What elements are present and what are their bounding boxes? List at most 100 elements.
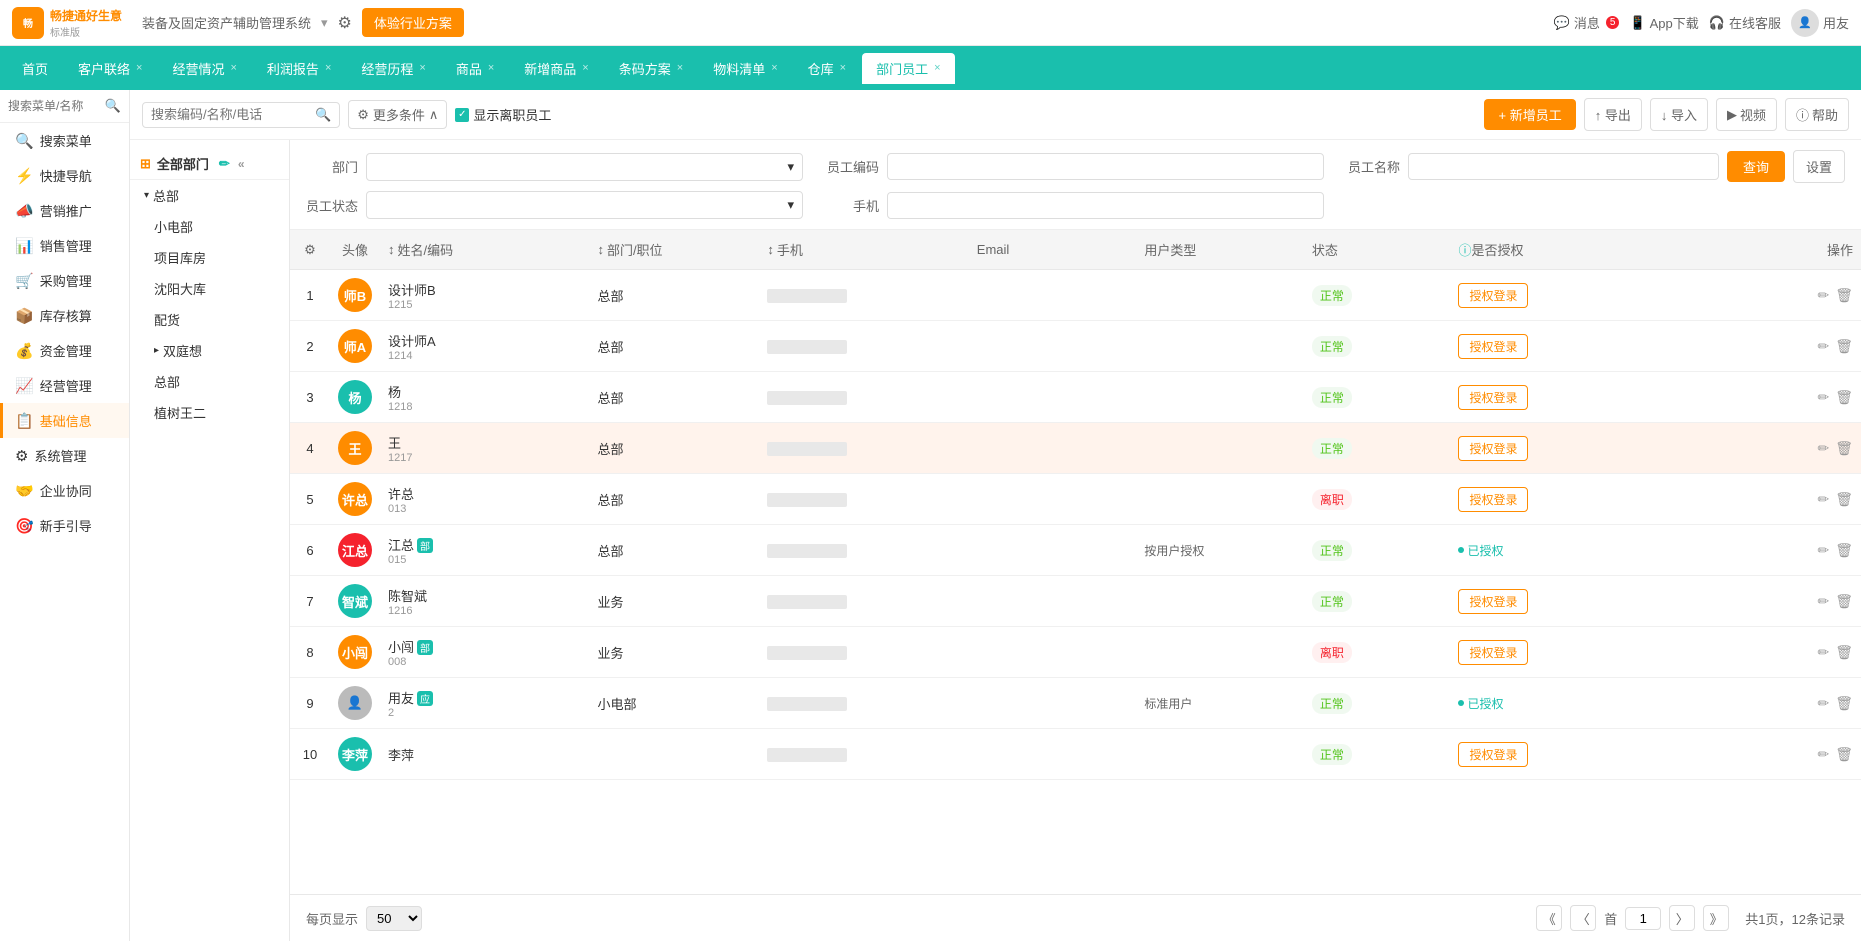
nav-tab-商品[interactable]: 商品×	[442, 53, 508, 84]
collapse-dept-icon[interactable]: «	[238, 157, 245, 171]
th-phone[interactable]: ↕手机	[759, 230, 968, 270]
edit-icon[interactable]: ✏	[1817, 440, 1829, 457]
edit-icon[interactable]: ✏	[1817, 746, 1829, 763]
import-button[interactable]: ↓ 导入	[1650, 98, 1708, 131]
close-tab-icon[interactable]: ×	[230, 62, 236, 74]
last-page-button[interactable]: 》	[1703, 905, 1729, 931]
message-action[interactable]: 💬 消息 5	[1554, 13, 1620, 32]
edit-icon[interactable]: ✏	[1817, 644, 1829, 661]
auth-button[interactable]: 授权登录	[1458, 487, 1528, 512]
edit-icon[interactable]: ✏	[1817, 593, 1829, 610]
close-tab-icon[interactable]: ×	[582, 62, 588, 74]
nav-tab-经营历程[interactable]: 经营历程×	[347, 53, 439, 84]
nav-tab-经营情况[interactable]: 经营情况×	[158, 53, 250, 84]
edit-dept-icon[interactable]: ✏	[219, 156, 230, 172]
auth-button[interactable]: 授权登录	[1458, 640, 1528, 665]
set-button[interactable]: 设置	[1793, 150, 1845, 183]
close-tab-icon[interactable]: ×	[136, 62, 142, 74]
auth-button[interactable]: 授权登录	[1458, 334, 1528, 359]
add-employee-button[interactable]: + 新增员工	[1484, 99, 1575, 130]
nav-tab-新增商品[interactable]: 新增商品×	[510, 53, 602, 84]
emp-status-select[interactable]: ▾	[366, 191, 803, 219]
emp-code-input[interactable]	[887, 153, 1324, 180]
page-size-select[interactable]: 50 100	[366, 906, 422, 931]
edit-icon[interactable]: ✏	[1817, 338, 1829, 355]
auth-button[interactable]: 授权登录	[1458, 283, 1528, 308]
view-button[interactable]: ▶ 视频	[1716, 98, 1777, 131]
export-button[interactable]: ↑ 导出	[1584, 98, 1642, 131]
th-dept[interactable]: ↕部门/职位	[589, 230, 759, 270]
sidebar-item-销售管理[interactable]: 📊销售管理	[0, 228, 129, 263]
edit-icon[interactable]: ✏	[1817, 287, 1829, 304]
nav-tab-仓库[interactable]: 仓库×	[794, 53, 860, 84]
gear-icon[interactable]: ⚙	[338, 13, 352, 33]
close-tab-icon[interactable]: ×	[488, 62, 494, 74]
sidebar-item-新手引导[interactable]: 🎯新手引导	[0, 508, 129, 543]
edit-icon[interactable]: ✏	[1817, 491, 1829, 508]
dropdown-arrow[interactable]: ▾	[321, 15, 328, 31]
dept-item-小电部[interactable]: 小电部	[130, 211, 289, 242]
auth-button[interactable]: 授权登录	[1458, 589, 1528, 614]
nav-tab-利润报告[interactable]: 利润报告×	[253, 53, 345, 84]
dept-item-沈阳大库[interactable]: 沈阳大库	[130, 273, 289, 304]
delete-icon[interactable]: 🗑	[1835, 593, 1853, 610]
nav-tab-物料清单[interactable]: 物料清单×	[699, 53, 791, 84]
sidebar-item-资金管理[interactable]: 💰资金管理	[0, 333, 129, 368]
search-employee-input[interactable]	[151, 107, 311, 122]
close-tab-icon[interactable]: ×	[934, 62, 940, 74]
dept-item-项目库房[interactable]: 项目库房	[130, 242, 289, 273]
close-tab-icon[interactable]: ×	[677, 62, 683, 74]
close-tab-icon[interactable]: ×	[419, 62, 425, 74]
prev-page-button[interactable]: 〈	[1570, 905, 1596, 931]
edit-icon[interactable]: ✏	[1817, 389, 1829, 406]
delete-icon[interactable]: 🗑	[1835, 491, 1853, 508]
th-name[interactable]: ↕姓名/编码	[380, 230, 589, 270]
delete-icon[interactable]: 🗑	[1835, 389, 1853, 406]
sidebar-item-采购管理[interactable]: 🛒采购管理	[0, 263, 129, 298]
nav-tab-部门员工[interactable]: 部门员工×	[862, 53, 954, 84]
delete-icon[interactable]: 🗑	[1835, 695, 1853, 712]
edit-icon[interactable]: ✏	[1817, 695, 1829, 712]
dept-select[interactable]: ▾	[366, 153, 803, 181]
first-page-button[interactable]: 《	[1536, 905, 1562, 931]
sidebar-item-搜索菜单[interactable]: 🔍搜索菜单	[0, 123, 129, 158]
sidebar-item-企业协同[interactable]: 🤝企业协同	[0, 473, 129, 508]
sidebar-item-营销推广[interactable]: 📣营销推广	[0, 193, 129, 228]
close-tab-icon[interactable]: ×	[840, 62, 846, 74]
emp-name-input[interactable]	[1408, 153, 1719, 180]
filter-button[interactable]: ⚙ 更多条件 ∧	[348, 100, 447, 129]
sidebar-item-库存核算[interactable]: 📦库存核算	[0, 298, 129, 333]
phone-input[interactable]	[887, 192, 1324, 219]
delete-icon[interactable]: 🗑	[1835, 440, 1853, 457]
dept-item-总部[interactable]: ▾总部	[130, 180, 289, 211]
delete-icon[interactable]: 🗑	[1835, 338, 1853, 355]
dept-item-总部[interactable]: 总部	[130, 366, 289, 397]
nav-tab-客户联络[interactable]: 客户联络×	[64, 53, 156, 84]
search-input[interactable]	[8, 99, 101, 113]
experience-button[interactable]: 体验行业方案	[362, 8, 464, 37]
help-button[interactable]: ⓘ 帮助	[1785, 98, 1849, 131]
search-button[interactable]: 查询	[1727, 151, 1785, 182]
sidebar-item-快捷导航[interactable]: ⚡快捷导航	[0, 158, 129, 193]
dept-item-配货[interactable]: 配货	[130, 304, 289, 335]
close-tab-icon[interactable]: ×	[325, 62, 331, 74]
sidebar-item-基础信息[interactable]: 📋基础信息	[0, 403, 129, 438]
delete-icon[interactable]: 🗑	[1835, 644, 1853, 661]
close-tab-icon[interactable]: ×	[771, 62, 777, 74]
dept-item-植树王二[interactable]: 植树王二	[130, 397, 289, 428]
sidebar-item-系统管理[interactable]: ⚙系统管理	[0, 438, 129, 473]
delete-icon[interactable]: 🗑	[1835, 287, 1853, 304]
page-input[interactable]	[1625, 907, 1661, 930]
service-action[interactable]: 🎧 在线客服	[1709, 13, 1781, 32]
auth-button[interactable]: 授权登录	[1458, 742, 1528, 767]
delete-icon[interactable]: 🗑	[1835, 746, 1853, 763]
nav-tab-条码方案[interactable]: 条码方案×	[605, 53, 697, 84]
show-resigned-toggle[interactable]: ✓ 显示离职员工	[455, 105, 551, 124]
sidebar-item-经营管理[interactable]: 📈经营管理	[0, 368, 129, 403]
app-download-action[interactable]: 📱 App下载	[1629, 13, 1698, 32]
next-page-button[interactable]: 〉	[1669, 905, 1695, 931]
all-dept-item[interactable]: ⊞ 全部部门 ✏ «	[130, 148, 289, 180]
delete-icon[interactable]: 🗑	[1835, 542, 1853, 559]
edit-icon[interactable]: ✏	[1817, 542, 1829, 559]
auth-button[interactable]: 授权登录	[1458, 436, 1528, 461]
